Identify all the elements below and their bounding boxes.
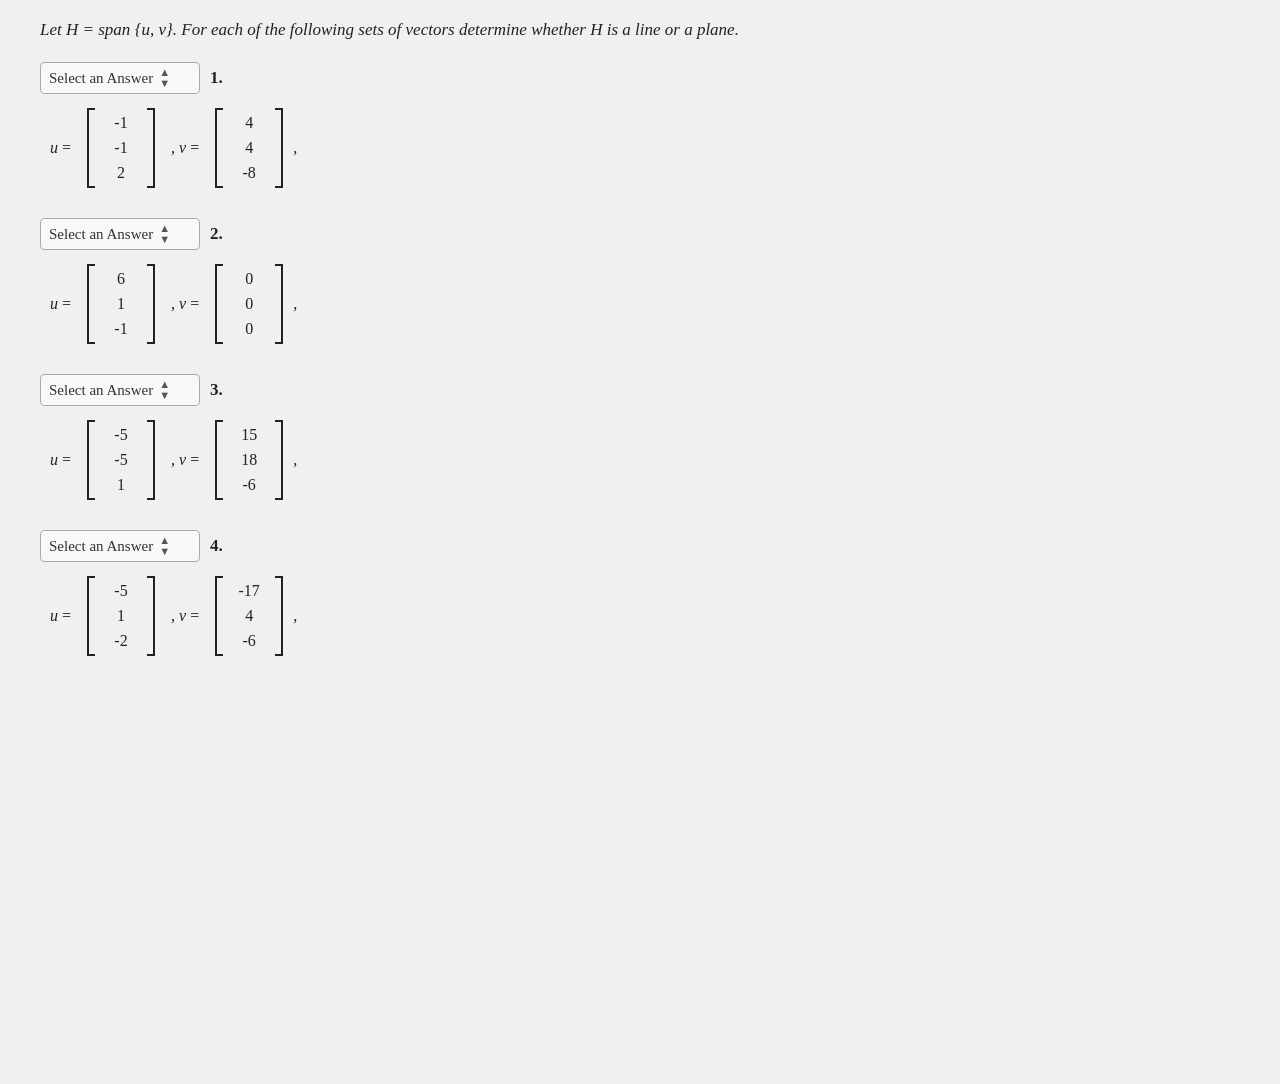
vector-value: 15 [235,426,263,444]
vector-value: -8 [235,164,263,182]
left-bracket [87,264,95,344]
answer-row-1: Select an Answer ▲▼ 1. [40,62,1240,94]
right-bracket [147,576,155,656]
vector-value: 4 [235,139,263,157]
vector-value: -6 [235,476,263,494]
select-answer-1[interactable]: Select an Answer ▲▼ [40,62,200,94]
chevron-icon: ▲▼ [159,67,170,89]
left-bracket [87,420,95,500]
right-bracket [275,264,283,344]
right-bracket [147,108,155,188]
select-answer-3[interactable]: Select an Answer ▲▼ [40,374,200,406]
chevron-icon: ▲▼ [159,379,170,401]
vector-value: 2 [107,164,135,182]
u-label: u = [50,451,71,469]
vector-value: 0 [235,320,263,338]
problem-4: Select an Answer ▲▼ 4. u = -5 1 -2 , v = -17 4 -6, [40,530,1240,656]
select-answer-label: Select an Answer [49,226,153,243]
left-bracket [215,108,223,188]
vector-value: 18 [235,451,263,469]
v-label: , v = [171,139,199,157]
trailing-comma: , [293,451,297,469]
vector-value: 0 [235,270,263,288]
select-answer-label: Select an Answer [49,382,153,399]
problem-2: Select an Answer ▲▼ 2. u = 6 1 -1 , v = 0 0 0, [40,218,1240,344]
vector-expression-1: u = -1 -1 2 , v = 4 4 -8, [50,108,1240,188]
u-label: u = [50,295,71,313]
vector-value: 0 [235,295,263,313]
left-bracket [215,576,223,656]
chevron-icon: ▲▼ [159,223,170,245]
left-bracket [215,420,223,500]
v-label: , v = [171,451,199,469]
problem-number-3: 3. [210,380,223,400]
vector-value: 6 [107,270,135,288]
right-bracket [275,576,283,656]
vector-value: -1 [107,320,135,338]
answer-row-2: Select an Answer ▲▼ 2. [40,218,1240,250]
instruction: Let H = span {u, v}. For each of the fol… [40,20,1240,40]
vector-value: -5 [107,582,135,600]
vector-value: -6 [235,632,263,650]
problem-number-4: 4. [210,536,223,556]
right-bracket [275,420,283,500]
chevron-icon: ▲▼ [159,535,170,557]
u-label: u = [50,139,71,157]
problem-3: Select an Answer ▲▼ 3. u = -5 -5 1 , v = 15 18 -6, [40,374,1240,500]
left-bracket [87,108,95,188]
vector-value: -2 [107,632,135,650]
v-label: , v = [171,607,199,625]
vector-value: 4 [235,114,263,132]
answer-row-4: Select an Answer ▲▼ 4. [40,530,1240,562]
right-bracket [275,108,283,188]
left-bracket [87,576,95,656]
u-label: u = [50,607,71,625]
trailing-comma: , [293,607,297,625]
vector-expression-3: u = -5 -5 1 , v = 15 18 -6, [50,420,1240,500]
trailing-comma: , [293,295,297,313]
problem-number-2: 2. [210,224,223,244]
vector-value: 1 [107,607,135,625]
select-answer-4[interactable]: Select an Answer ▲▼ [40,530,200,562]
select-answer-label: Select an Answer [49,70,153,87]
select-answer-label: Select an Answer [49,538,153,555]
vector-value: 4 [235,607,263,625]
vector-value: -17 [235,582,263,600]
vector-value: -1 [107,114,135,132]
vector-value: -5 [107,426,135,444]
vector-value: 1 [107,476,135,494]
vector-value: 1 [107,295,135,313]
vector-value: -1 [107,139,135,157]
answer-row-3: Select an Answer ▲▼ 3. [40,374,1240,406]
select-answer-2[interactable]: Select an Answer ▲▼ [40,218,200,250]
v-label: , v = [171,295,199,313]
vector-expression-2: u = 6 1 -1 , v = 0 0 0, [50,264,1240,344]
problem-number-1: 1. [210,68,223,88]
vector-value: -5 [107,451,135,469]
trailing-comma: , [293,139,297,157]
problem-1: Select an Answer ▲▼ 1. u = -1 -1 2 , v = 4 4 -8, [40,62,1240,188]
vector-expression-4: u = -5 1 -2 , v = -17 4 -6, [50,576,1240,656]
right-bracket [147,264,155,344]
right-bracket [147,420,155,500]
left-bracket [215,264,223,344]
